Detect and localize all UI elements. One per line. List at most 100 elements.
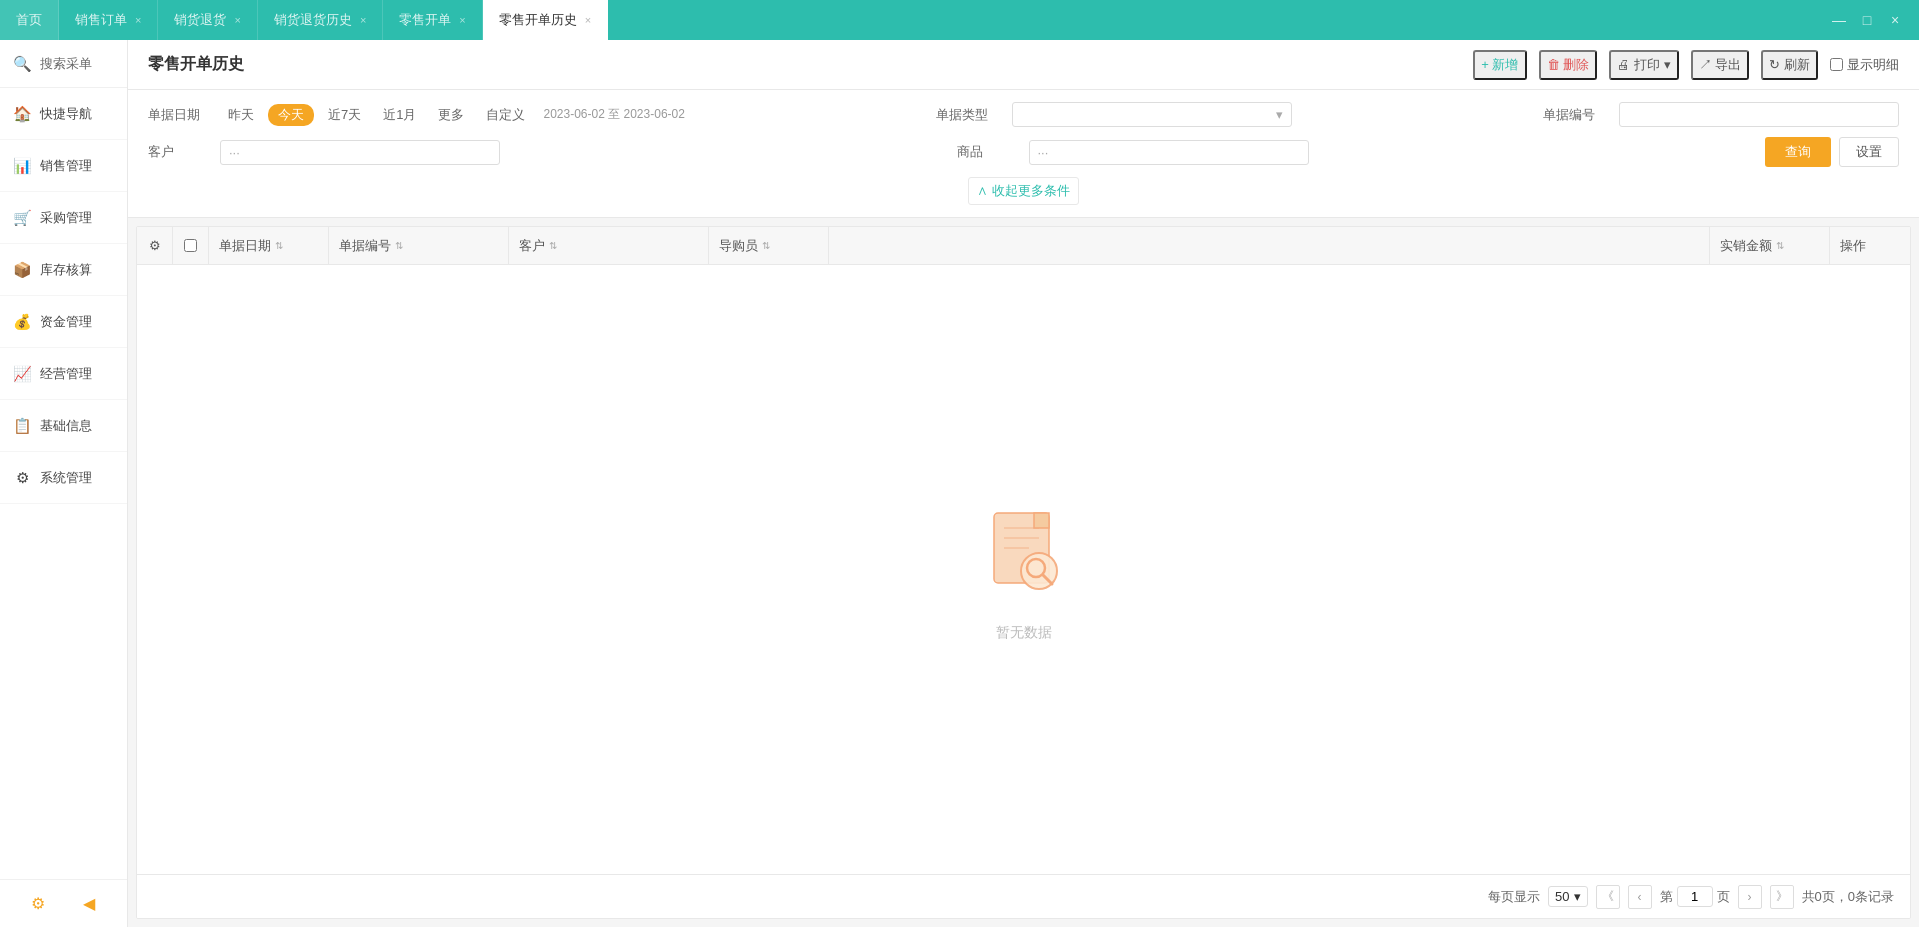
sidebar-item-home[interactable]: 🏠 快捷导航 xyxy=(0,88,127,140)
date-range-text: 2023-06-02 至 2023-06-02 xyxy=(543,106,684,123)
sidebar-item-system[interactable]: ⚙ 系统管理 xyxy=(0,452,127,504)
tab-home[interactable]: 首页 xyxy=(0,0,59,40)
num-sort-icon[interactable]: ⇅ xyxy=(395,240,403,251)
tab-return-label: 销货退货 xyxy=(174,11,226,29)
export-button[interactable]: ↗ 导出 xyxy=(1691,50,1750,80)
bill-type-select[interactable]: ▾ xyxy=(1012,102,1292,127)
collapse-button[interactable]: ∧ 收起更多条件 xyxy=(968,177,1079,205)
sidebar-item-inventory[interactable]: 📦 库存核算 xyxy=(0,244,127,296)
th-op: 操作 xyxy=(1830,227,1910,264)
select-all-checkbox[interactable] xyxy=(184,239,197,252)
content-area: 零售开单历史 + 新增 🗑 删除 🖨 打印 ▾ ↗ 导出 ↻ 刷新 xyxy=(128,40,1919,927)
date-sort-icon[interactable]: ⇅ xyxy=(275,240,283,251)
management-icon: 📈 xyxy=(12,364,32,384)
date-more[interactable]: 更多 xyxy=(430,104,472,126)
th-amount-label: 实销金额 xyxy=(1720,237,1772,255)
settings-button[interactable]: 设置 xyxy=(1839,137,1899,167)
sidebar-bottom: ⚙ ◀ xyxy=(0,879,127,927)
date-custom[interactable]: 自定义 xyxy=(478,104,533,126)
page-header: 零售开单历史 + 新增 🗑 删除 🖨 打印 ▾ ↗ 导出 ↻ 刷新 xyxy=(128,40,1919,90)
settings-gear-btn[interactable]: ⚙ xyxy=(22,888,54,920)
tab-return-history-close[interactable]: × xyxy=(360,14,366,26)
window-min-btn[interactable]: — xyxy=(1831,12,1847,28)
sidebar-item-home-label: 快捷导航 xyxy=(40,105,92,123)
th-num: 单据编号 ⇅ xyxy=(329,227,509,264)
sidebar-item-finance-label: 资金管理 xyxy=(40,313,92,331)
export-label: ↗ 导出 xyxy=(1699,56,1742,74)
date-1month[interactable]: 近1月 xyxy=(375,104,424,126)
add-label: + 新增 xyxy=(1481,56,1518,74)
sidebar-item-management-label: 经营管理 xyxy=(40,365,92,383)
last-page-btn[interactable]: 》 xyxy=(1770,885,1794,909)
tab-sales-order[interactable]: 销售订单 × xyxy=(59,0,158,40)
print-button[interactable]: 🖨 打印 ▾ xyxy=(1609,50,1679,80)
per-page-value: 50 xyxy=(1555,889,1569,904)
sidebar-item-basic-info-label: 基础信息 xyxy=(40,417,92,435)
inventory-icon: 📦 xyxy=(12,260,32,280)
sidebar-item-purchase-label: 采购管理 xyxy=(40,209,92,227)
toolbar: + 新增 🗑 删除 🖨 打印 ▾ ↗ 导出 ↻ 刷新 显示明细 xyxy=(1473,50,1899,80)
page-num-input[interactable] xyxy=(1677,886,1713,907)
display-detail-input[interactable] xyxy=(1830,58,1843,71)
sidebar-item-management[interactable]: 📈 经营管理 xyxy=(0,348,127,400)
home-icon: 🏠 xyxy=(12,104,32,124)
amount-sort-icon[interactable]: ⇅ xyxy=(1776,240,1784,251)
prev-page-btn[interactable]: ‹ xyxy=(1628,885,1652,909)
sidebar-item-finance[interactable]: 💰 资金管理 xyxy=(0,296,127,348)
th-date-label: 单据日期 xyxy=(219,237,271,255)
goods-select[interactable]: ··· xyxy=(1029,140,1309,165)
sidebar-item-purchase[interactable]: 🛒 采购管理 xyxy=(0,192,127,244)
next-page-btn[interactable]: › xyxy=(1738,885,1762,909)
window-close-btn[interactable]: × xyxy=(1887,12,1903,28)
sidebar-collapse-btn[interactable]: ◀ xyxy=(73,888,105,920)
th-num-label: 单据编号 xyxy=(339,237,391,255)
th-op-label: 操作 xyxy=(1840,237,1866,255)
tab-return-close[interactable]: × xyxy=(234,14,240,26)
tab-return[interactable]: 销货退货 × xyxy=(158,0,257,40)
delete-button[interactable]: 🗑 删除 xyxy=(1539,50,1598,80)
per-page-label: 每页显示 xyxy=(1488,888,1540,906)
empty-illustration xyxy=(969,498,1079,608)
display-detail-checkbox[interactable]: 显示明细 xyxy=(1830,56,1899,74)
collapse-row: ∧ 收起更多条件 xyxy=(148,177,1899,205)
customer-sort-icon[interactable]: ⇅ xyxy=(549,240,557,251)
date-yesterday[interactable]: 昨天 xyxy=(220,104,262,126)
date-label: 单据日期 xyxy=(148,106,204,124)
th-checkbox[interactable] xyxy=(173,227,209,264)
date-7days[interactable]: 近7天 xyxy=(320,104,369,126)
per-page-select[interactable]: 50 ▾ xyxy=(1548,886,1587,907)
bill-num-input[interactable] xyxy=(1619,102,1899,127)
customer-dots: ··· xyxy=(229,145,491,160)
sidebar-item-sales[interactable]: 📊 销售管理 xyxy=(0,140,127,192)
tab-retail-order[interactable]: 零售开单 × xyxy=(383,0,482,40)
tab-return-history-label: 销货退货历史 xyxy=(274,11,352,29)
sidebar: 🔍 搜索采单 🏠 快捷导航 📊 销售管理 🛒 采购管理 📦 库存核算 💰 资金管… xyxy=(0,40,128,927)
tab-retail-history-close[interactable]: × xyxy=(585,14,591,26)
date-today[interactable]: 今天 xyxy=(268,104,314,126)
tab-return-history[interactable]: 销货退货历史 × xyxy=(258,0,383,40)
page-total: 共0页，0条记录 xyxy=(1802,888,1894,906)
sidebar-search[interactable]: 🔍 搜索采单 xyxy=(0,40,127,88)
tab-retail-order-close[interactable]: × xyxy=(459,14,465,26)
print-arrow: ▾ xyxy=(1664,57,1671,72)
print-label: 🖨 打印 xyxy=(1617,56,1660,74)
customer-select[interactable]: ··· xyxy=(220,140,500,165)
settings-col-icon: ⚙ xyxy=(149,238,161,253)
first-page-btn[interactable]: 《 xyxy=(1596,885,1620,909)
window-max-btn[interactable]: □ xyxy=(1859,12,1875,28)
sidebar-item-basic-info[interactable]: 📋 基础信息 xyxy=(0,400,127,452)
sidebar-item-inventory-label: 库存核算 xyxy=(40,261,92,279)
guide-sort-icon[interactable]: ⇅ xyxy=(762,240,770,251)
add-button[interactable]: + 新增 xyxy=(1473,50,1526,80)
finance-icon: 💰 xyxy=(12,312,32,332)
top-tabbar: 首页 销售订单 × 销货退货 × 销货退货历史 × 零售开单 × 零售开单历史 … xyxy=(0,0,1919,40)
tab-retail-history[interactable]: 零售开单历史 × xyxy=(483,0,608,40)
page-label: 第 xyxy=(1660,888,1673,906)
empty-text: 暂无数据 xyxy=(996,624,1052,642)
th-settings[interactable]: ⚙ xyxy=(137,227,173,264)
refresh-button[interactable]: ↻ 刷新 xyxy=(1761,50,1818,80)
empty-state: 暂无数据 xyxy=(137,265,1910,874)
tab-sales-order-close[interactable]: × xyxy=(135,14,141,26)
th-date: 单据日期 ⇅ xyxy=(209,227,329,264)
query-button[interactable]: 查询 xyxy=(1765,137,1831,167)
